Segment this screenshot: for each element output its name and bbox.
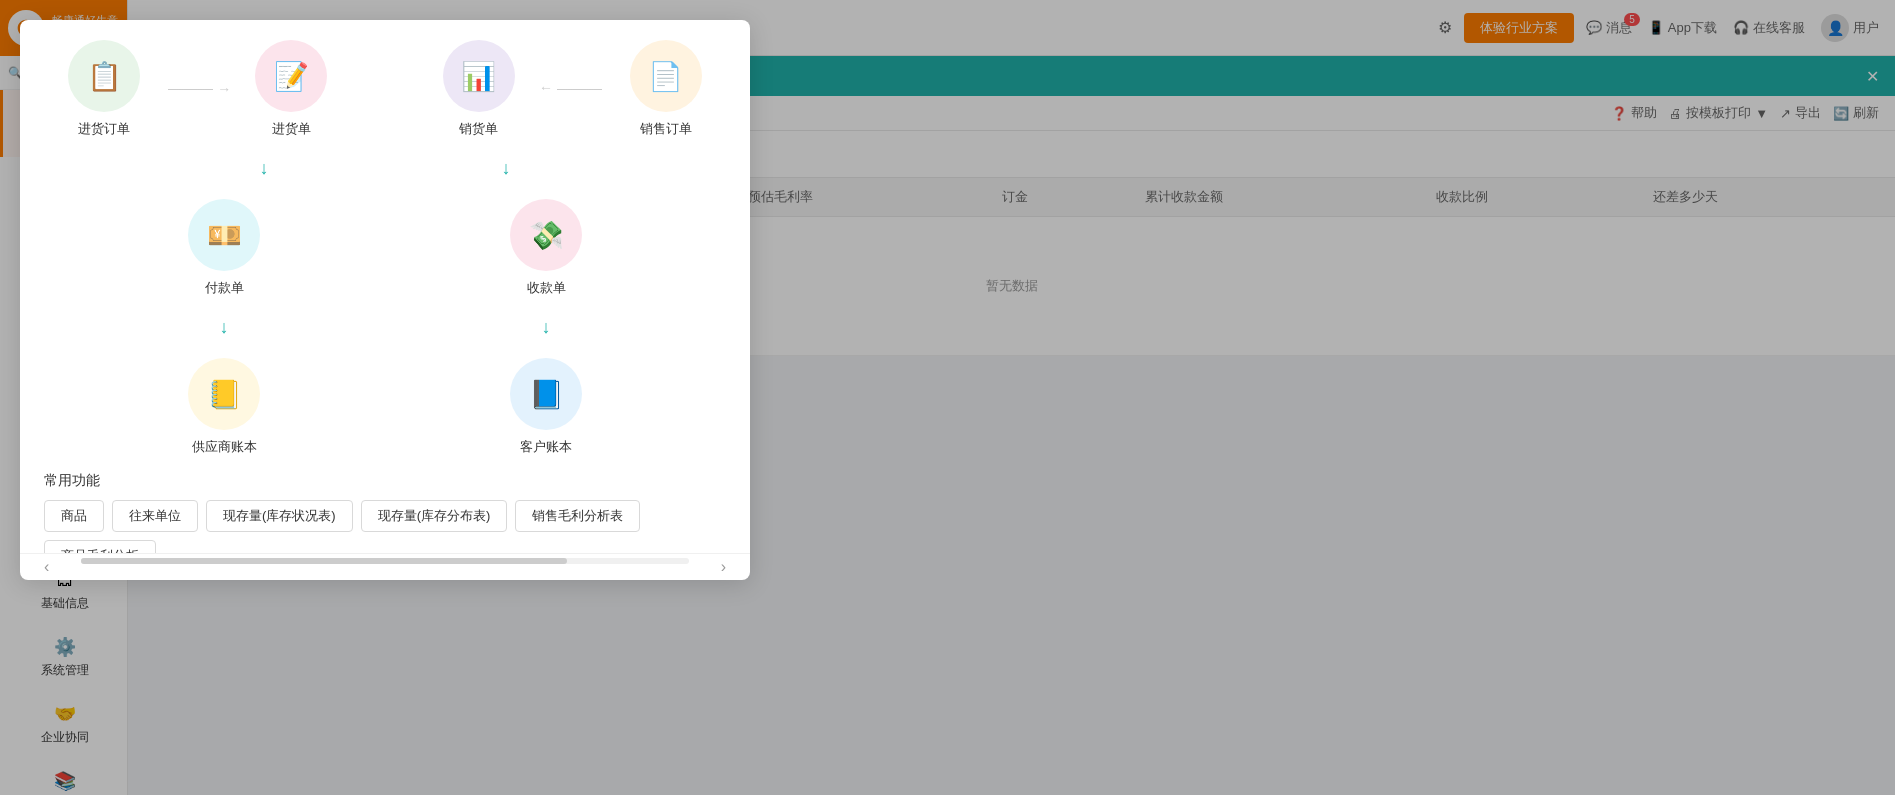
down-arrow-purchase: ↓ bbox=[260, 158, 269, 179]
flow-node-payment[interactable]: 💴 付款单 bbox=[164, 199, 284, 297]
arrow-line-1 bbox=[168, 89, 213, 90]
flow-node-purchase-slip[interactable]: 📝 进货单 bbox=[231, 40, 351, 138]
purchase-order-icon: 📋 bbox=[128, 40, 140, 112]
btn-stock-status[interactable]: 现存量(库存状况表) bbox=[206, 500, 353, 532]
modal-body: 📋 进货订单 → 📝 bbox=[128, 20, 750, 553]
sales-order-label: 销售订单 bbox=[640, 120, 692, 138]
customer-ledger-icon: 📘 bbox=[510, 358, 582, 430]
common-functions-title: 常用功能 bbox=[128, 472, 726, 490]
down-arrow-payment: ↓ bbox=[220, 317, 229, 338]
btn-sales-profit[interactable]: 销售毛利分析表 bbox=[515, 500, 640, 532]
payment-label: 付款单 bbox=[205, 279, 244, 297]
flow-node-sales-order[interactable]: 📄 销售订单 bbox=[606, 40, 726, 138]
common-buttons-row1: 商品 往来单位 现存量(库存状况表) 现存量(库存分布表) 销售毛利分析表 商品… bbox=[128, 500, 726, 553]
payment-icon: 💴 bbox=[188, 199, 260, 271]
arrow-1: → bbox=[164, 81, 231, 97]
flow-node-customer-ledger[interactable]: 📘 客户账本 bbox=[486, 358, 606, 456]
scroll-right-btn[interactable]: › bbox=[713, 558, 734, 576]
purchase-slip-label: 进货单 bbox=[272, 120, 311, 138]
sales-slip-icon: 📊 bbox=[443, 40, 515, 112]
down-arrow-receipt: ↓ bbox=[542, 317, 551, 338]
receipt-label: 收款单 bbox=[527, 279, 566, 297]
flow-node-purchase-order[interactable]: 📋 进货订单 bbox=[128, 40, 164, 138]
btn-stock-dist[interactable]: 现存量(库存分布表) bbox=[361, 500, 508, 532]
receipt-icon: 💸 bbox=[510, 199, 582, 271]
main-area: 装备及固定资产辅助管理系统 ▼ ⚙ 体验行业方案 💬 消息 5 📱 App下载 … bbox=[128, 0, 1895, 795]
purchase-slip-icon: 📝 bbox=[255, 40, 327, 112]
supplier-ledger-icon: 📒 bbox=[188, 358, 260, 430]
sales-order-icon: 📄 bbox=[630, 40, 702, 112]
common-functions-section: 常用功能 商品 往来单位 现存量(库存状况表) 现存量(库存分布表) 销售毛利分… bbox=[128, 472, 726, 553]
modal-scrollbar bbox=[128, 558, 689, 564]
modal-overlay: 📋 进货订单 → 📝 bbox=[128, 0, 1895, 795]
flow-node-sales-slip[interactable]: 📊 销货单 bbox=[419, 40, 539, 138]
flow-row-1: 📋 进货订单 → 📝 bbox=[128, 40, 726, 138]
flow-row-2: 💴 付款单 💸 收款单 bbox=[128, 199, 726, 297]
btn-partner[interactable]: 往来单位 bbox=[128, 500, 198, 532]
flow-row-3: 📒 供应商账本 📘 客户账本 bbox=[128, 358, 726, 456]
purchase-order-label: 进货订单 bbox=[128, 120, 130, 138]
flow-row-arrows: ↓ ↓ bbox=[128, 158, 726, 179]
arrow-head-1: → bbox=[217, 81, 231, 97]
sales-slip-label: 销货单 bbox=[459, 120, 498, 138]
scrollbar-thumb bbox=[128, 558, 567, 564]
flow-node-supplier-ledger[interactable]: 📒 供应商账本 bbox=[164, 358, 284, 456]
arrow-head-2: → bbox=[539, 81, 553, 97]
flow-node-receipt[interactable]: 💸 收款单 bbox=[486, 199, 606, 297]
modal-scroll-nav: ‹ › bbox=[128, 553, 750, 580]
flow-modal: 📋 进货订单 → 📝 bbox=[128, 20, 750, 580]
arrow-2: → bbox=[539, 81, 606, 97]
flow-section: 📋 进货订单 → 📝 bbox=[128, 40, 726, 456]
customer-ledger-label: 客户账本 bbox=[520, 438, 572, 456]
down-arrow-sales: ↓ bbox=[502, 158, 511, 179]
flow-row-arrows2: ↓ ↓ bbox=[128, 317, 726, 338]
arrow-line-2 bbox=[557, 89, 602, 90]
supplier-ledger-label: 供应商账本 bbox=[192, 438, 257, 456]
btn-product-profit[interactable]: 商品毛利分析 bbox=[128, 540, 156, 553]
